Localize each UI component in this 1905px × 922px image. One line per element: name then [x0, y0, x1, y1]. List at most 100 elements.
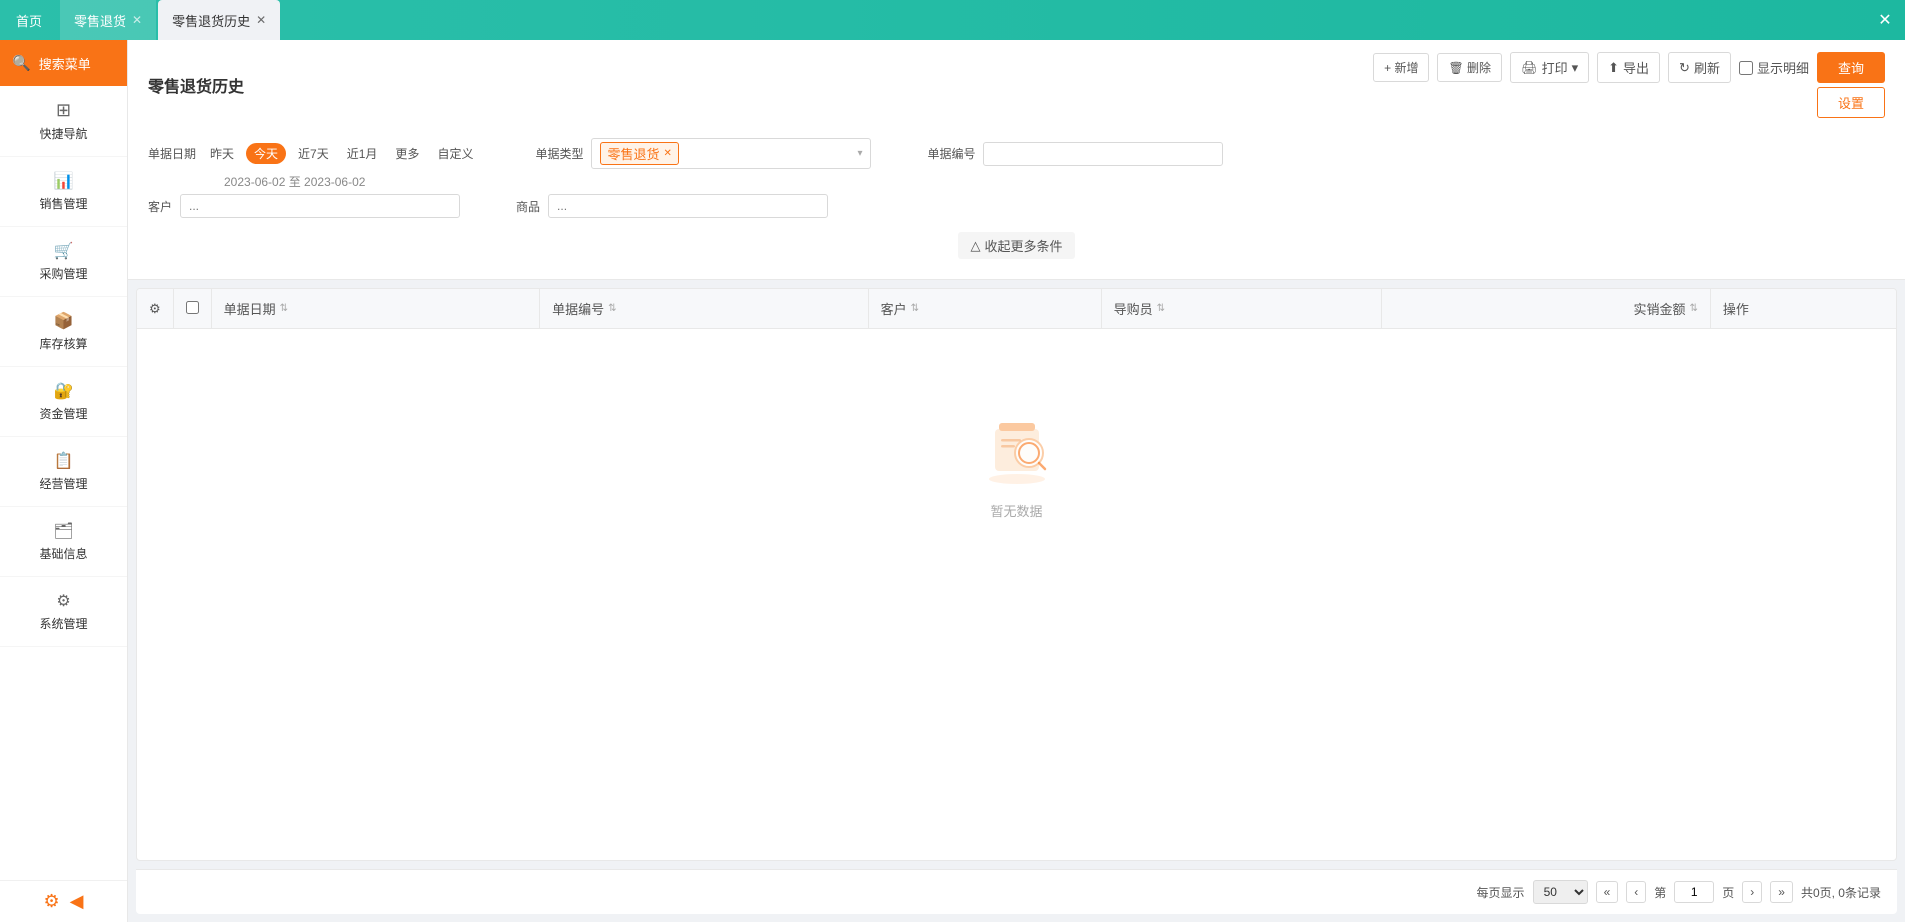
th-guide[interactable]: 导购员 ⇅ — [1101, 289, 1382, 329]
print-arrow: ▾ — [1572, 60, 1579, 76]
filter-row-2: 客户 商品 — [148, 194, 1885, 218]
tab-retail-return[interactable]: 零售退货 ✕ — [60, 0, 156, 40]
sidebar-item-basic-info[interactable]: 🗂 基础信息 — [0, 507, 127, 577]
th-checkbox[interactable] — [173, 289, 211, 329]
tab-list: 首页 零售退货 ✕ 零售退货历史 ✕ — [0, 0, 1865, 40]
doc-number-input[interactable] — [983, 142, 1223, 166]
tab-home[interactable]: 首页 — [0, 0, 58, 40]
sidebar-item-quick-nav[interactable]: ⊞ 快捷导航 — [0, 86, 127, 157]
sidebar-item-inventory[interactable]: 📦 库存核算 — [0, 297, 127, 367]
page-title-row: 零售退货历史 + 新增 🗑 删除 🖨 🖨 打印 打印 ▾ ⬆ — [148, 52, 1885, 118]
page-header: 零售退货历史 + 新增 🗑 删除 🖨 🖨 打印 打印 ▾ ⬆ — [128, 40, 1905, 280]
doc-type-tag-close[interactable]: ✕ — [663, 148, 671, 159]
sidebar-item-finance-label: 资金管理 — [39, 405, 87, 422]
goods-input[interactable] — [548, 194, 828, 218]
th-actions-label: 操作 — [1723, 302, 1749, 317]
date-filter-label: 单据日期 — [148, 145, 196, 162]
goods-filter-label: 商品 — [516, 198, 540, 215]
filter-row-date-range: 2023-06-02 至 2023-06-02 — [148, 173, 1885, 190]
sidebar-collapse-icon[interactable]: ◀ — [70, 891, 84, 912]
tab-retail-return-history[interactable]: 零售退货历史 ✕ — [158, 0, 280, 40]
customer-input[interactable] — [180, 194, 460, 218]
date-btn-1month[interactable]: 近1月 — [341, 143, 384, 164]
print-text: 打印 — [1542, 58, 1568, 77]
top-bar: 首页 零售退货 ✕ 零售退货历史 ✕ ✕ — [0, 0, 1905, 40]
print-button[interactable]: 🖨 🖨 打印 打印 ▾ — [1510, 52, 1589, 83]
search-icon: 🔍 — [12, 54, 31, 72]
sort-icon-doc-date: ⇅ — [280, 303, 288, 314]
sidebar-item-operations[interactable]: 📋 经营管理 — [0, 437, 127, 507]
print-icon: 🖨 — [1521, 60, 1538, 76]
delete-button[interactable]: 🗑 删除 — [1437, 53, 1502, 82]
query-button[interactable]: 查询 — [1817, 52, 1885, 83]
sidebar-item-finance[interactable]: 🔐 资金管理 — [0, 367, 127, 437]
th-doc-date-label: 单据日期 — [224, 299, 276, 318]
th-doc-date[interactable]: 单据日期 ⇅ — [211, 289, 540, 329]
finance-icon: 🔐 — [54, 381, 74, 401]
close-window-button[interactable]: ✕ — [1865, 0, 1905, 40]
doc-type-arrow: ▾ — [857, 148, 862, 159]
inventory-icon: 📦 — [54, 311, 74, 331]
sidebar-item-sales-label: 销售管理 — [39, 195, 87, 212]
empty-state: 暂无数据 — [137, 329, 1896, 600]
show-detail-label[interactable]: 显示明细 — [1739, 58, 1809, 77]
th-customer[interactable]: 客户 ⇅ — [868, 289, 1101, 329]
collapse-up-icon: △ — [970, 238, 980, 254]
doc-number-filter-label: 单据编号 — [927, 145, 975, 162]
date-btn-today[interactable]: 今天 — [246, 143, 286, 164]
page-word: 第 — [1654, 884, 1666, 901]
doc-type-filter-label: 单据类型 — [535, 145, 583, 162]
empty-illustration — [977, 409, 1057, 489]
refresh-icon: ↻ — [1679, 60, 1690, 76]
doc-type-select[interactable]: 零售退货 ✕ ▾ — [591, 138, 871, 169]
content-area: 零售退货历史 + 新增 🗑 删除 🖨 🖨 打印 打印 ▾ ⬆ — [128, 40, 1905, 922]
th-doc-number[interactable]: 单据编号 ⇅ — [540, 289, 869, 329]
date-btn-7days[interactable]: 近7天 — [292, 143, 335, 164]
doc-type-filter-item: 单据类型 零售退货 ✕ ▾ — [535, 138, 871, 169]
refresh-button[interactable]: ↻ 刷新 — [1668, 52, 1731, 83]
date-btn-more[interactable]: 更多 — [389, 143, 425, 164]
first-page-button[interactable]: « — [1596, 881, 1619, 903]
basic-info-icon: 🗂 — [53, 521, 73, 541]
sidebar-item-basic-info-label: 基础信息 — [39, 545, 87, 562]
select-all-checkbox[interactable] — [186, 301, 199, 314]
sidebar-item-purchase-label: 采购管理 — [39, 265, 87, 282]
toolbar-buttons: + 新增 🗑 删除 🖨 🖨 打印 打印 ▾ ⬆ 导出 — [1373, 52, 1809, 83]
empty-text: 暂无数据 — [990, 501, 1042, 520]
export-button[interactable]: ⬆ 导出 — [1597, 52, 1660, 83]
doc-type-tag: 零售退货 ✕ — [600, 142, 678, 165]
date-filter-item: 单据日期 昨天 今天 近7天 近1月 更多 自定义 — [148, 143, 479, 164]
query-buttons: 查询 设置 — [1817, 52, 1885, 118]
tab-retail-return-close[interactable]: ✕ — [132, 13, 142, 27]
sidebar-item-sales-mgmt[interactable]: 📊 销售管理 — [0, 157, 127, 227]
next-page-button[interactable]: › — [1742, 881, 1762, 903]
system-icon: ⚙ — [56, 591, 70, 611]
collapse-button[interactable]: △ 收起更多条件 — [958, 232, 1074, 259]
filter-row-1: 单据日期 昨天 今天 近7天 近1月 更多 自定义 单据类型 — [148, 138, 1885, 169]
tab-retail-return-history-close[interactable]: ✕ — [256, 13, 266, 27]
date-btn-yesterday[interactable]: 昨天 — [204, 143, 240, 164]
doc-type-tag-text: 零售退货 — [607, 144, 659, 163]
page-number-input[interactable] — [1674, 881, 1714, 903]
date-range-display: 2023-06-02 至 2023-06-02 — [224, 173, 365, 190]
last-page-button[interactable]: » — [1770, 881, 1793, 903]
settings-button[interactable]: 设置 — [1817, 87, 1885, 118]
sidebar: 🔍 搜索菜单 ⊞ 快捷导航 📊 销售管理 🛒 采购管理 📦 库存核算 🔐 资金管… — [0, 40, 128, 922]
th-amount[interactable]: 实销金额 ⇅ — [1382, 289, 1711, 329]
doc-number-filter-item: 单据编号 — [927, 142, 1223, 166]
sidebar-search[interactable]: 🔍 搜索菜单 — [0, 40, 127, 86]
prev-page-button[interactable]: ‹ — [1626, 881, 1646, 903]
show-detail-checkbox[interactable] — [1739, 61, 1753, 75]
table-body: 暂无数据 — [137, 329, 1896, 601]
sidebar-settings-icon[interactable]: ⚙ — [44, 891, 60, 912]
th-gear[interactable]: ⚙ — [137, 289, 173, 329]
sidebar-item-purchase-mgmt[interactable]: 🛒 采购管理 — [0, 227, 127, 297]
new-button[interactable]: + 新增 — [1373, 53, 1429, 82]
sort-icon-customer: ⇅ — [911, 303, 919, 314]
date-btn-custom[interactable]: 自定义 — [431, 143, 479, 164]
th-doc-number-label: 单据编号 — [552, 299, 604, 318]
goods-filter-item: 商品 — [516, 194, 828, 218]
per-page-select[interactable]: 10 20 50 100 — [1533, 880, 1588, 904]
gear-icon[interactable]: ⚙ — [149, 301, 161, 316]
sidebar-item-system-mgmt[interactable]: ⚙ 系统管理 — [0, 577, 127, 647]
